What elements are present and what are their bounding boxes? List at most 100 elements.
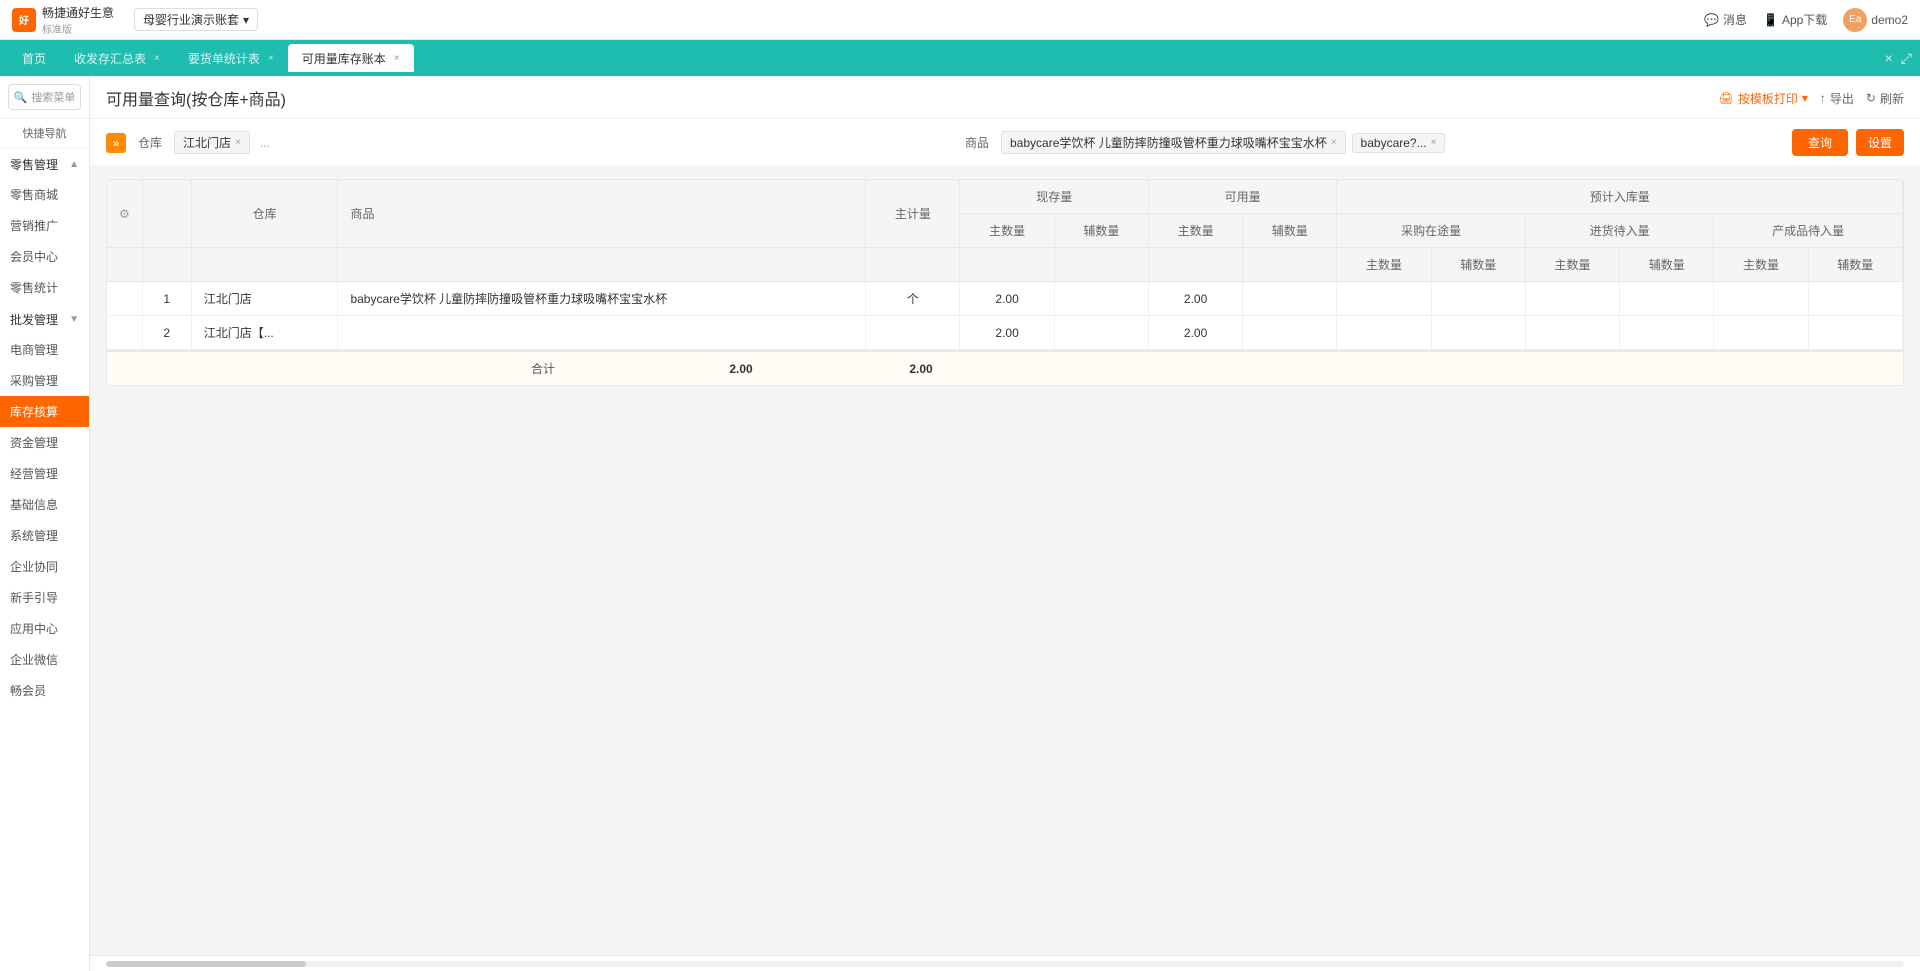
tab-order-stats[interactable]: 要货单统计表 × (174, 44, 288, 72)
product-tag-2-value: babycare?... (1361, 136, 1427, 150)
top-bar-left: 好 畅捷通好生意 标准版 母婴行业演示账套 ▾ (12, 4, 258, 36)
sidebar-item-vip[interactable]: 畅会员 (0, 675, 89, 706)
warehouse-tag-area: 江北门店 × ... (174, 131, 953, 154)
sidebar-item-newguide[interactable]: 新手引导 (0, 582, 89, 613)
th-current-main: 主数量 (960, 214, 1054, 248)
tab-receipts-label: 收发存汇总表 (74, 50, 146, 67)
brand-info: 畅捷通好生意 标准版 (42, 4, 114, 36)
product-tag-2-remove[interactable]: × (1431, 137, 1437, 148)
tab-receipts-close[interactable]: × (154, 53, 160, 64)
message-btn[interactable]: 💬 消息 (1704, 11, 1747, 28)
th-unit: 主计量 (866, 180, 960, 248)
th-pt-aux: 辅数量 (1431, 248, 1525, 282)
app-download-btn[interactable]: 📱 App下载 (1763, 11, 1827, 28)
nav-tabs: 首页 收发存汇总表 × 要货单统计表 × 可用量库存账本 × × ⤢ (0, 40, 1920, 76)
product-tag-1-value: babycare学饮杯 儿童防摔防撞吸管杯重力球吸嘴杯宝宝水杯 (1010, 134, 1327, 151)
logo-area: 好 畅捷通好生意 标准版 (12, 4, 114, 36)
page-actions: 🖨 按模板打印 ▾ ↑ 导出 ↻ 刷新 (1719, 90, 1904, 107)
tab-available-stock[interactable]: 可用量库存账本 × (288, 44, 414, 72)
message-icon: 💬 (1704, 13, 1719, 27)
th-index (142, 180, 191, 248)
sidebar-item-purchase[interactable]: 采购管理 (0, 365, 89, 396)
retail-label: 零售管理 (10, 156, 58, 173)
tab-receipts[interactable]: 收发存汇总表 × (60, 44, 174, 72)
warehouse-tag-remove[interactable]: × (235, 137, 241, 148)
horizontal-scrollbar-track[interactable] (106, 961, 1904, 967)
th-empty-a-main (1148, 248, 1242, 282)
th-settings: ⚙ (107, 180, 142, 248)
quick-nav-btn[interactable]: 快捷导航 (0, 119, 89, 148)
th-ip-aux: 辅数量 (1620, 248, 1714, 282)
tab-available-stock-close[interactable]: × (394, 53, 400, 64)
tab-maximize-btn[interactable]: ⤢ (1901, 50, 1912, 67)
data-table-wrap: ⚙ 仓库 商品 主计量 (106, 179, 1904, 386)
warehouse-tag: 江北门店 × (174, 131, 250, 154)
sidebar-item-wechat[interactable]: 企业微信 (0, 644, 89, 675)
sidebar-item-retail-stats[interactable]: 零售统计 (0, 272, 89, 303)
sidebar-item-retail-shop[interactable]: 零售商城 (0, 179, 89, 210)
tab-available-stock-label: 可用量库存账本 (302, 50, 386, 67)
search-menu-btn[interactable]: 🔍 搜索菜单 (8, 84, 81, 110)
sidebar-item-system[interactable]: 系统管理 (0, 520, 89, 551)
warehouse-tag-value: 江北门店 (183, 134, 231, 151)
expand-icon: » (113, 136, 120, 150)
sidebar-item-operations[interactable]: 经营管理 (0, 458, 89, 489)
cell-index-1: 2 (142, 316, 191, 350)
filter-bar: » 仓库 江北门店 × ... 商品 babycare学饮杯 儿童防摔防撞吸管杯… (90, 119, 1920, 167)
page-header: 可用量查询(按仓库+商品) 🖨 按模板打印 ▾ ↑ 导出 ↻ 刷新 (90, 76, 1920, 119)
user-area[interactable]: Ea demo2 (1843, 8, 1908, 32)
search-menu-label: 搜索菜单 (31, 89, 75, 105)
brand-sub: 标准版 (42, 21, 114, 36)
data-table: ⚙ 仓库 商品 主计量 (107, 180, 1903, 350)
product-tag-1-remove[interactable]: × (1331, 137, 1337, 148)
bottom-scroll-area (90, 955, 1920, 971)
refresh-btn[interactable]: ↻ 刷新 (1866, 90, 1904, 107)
print-btn[interactable]: 🖨 按模板打印 ▾ (1719, 90, 1808, 107)
sidebar-item-ecommerce[interactable]: 电商管理 (0, 334, 89, 365)
export-icon: ↑ (1820, 91, 1826, 105)
tab-home[interactable]: 首页 (8, 44, 60, 72)
cell-product-1 (338, 316, 866, 350)
sidebar-item-finance[interactable]: 资金管理 (0, 427, 89, 458)
sidebar-group-wholesale[interactable]: 批发管理 ▼ (0, 303, 89, 334)
cell-current-main-1: 2.00 (960, 316, 1054, 350)
username: demo2 (1871, 13, 1908, 27)
query-button[interactable]: 查询 (1792, 129, 1848, 156)
company-name: 母婴行业演示账套 (143, 11, 239, 28)
cell-ip-aux-0 (1620, 282, 1714, 316)
product-filter-label: 商品 (965, 134, 989, 151)
th-empty-a-aux (1243, 248, 1337, 282)
cell-settings-1 (107, 316, 142, 350)
sidebar-item-inventory[interactable]: 库存核算 (0, 396, 89, 427)
sidebar-item-appcenter[interactable]: 应用中心 (0, 613, 89, 644)
th-available-aux: 辅数量 (1243, 214, 1337, 248)
tab-close-all-btn[interactable]: × (1885, 50, 1893, 66)
footer-current-main: 2.00 (691, 362, 791, 376)
warehouse-filter-more[interactable]: ... (256, 136, 274, 150)
filter-expand-btn[interactable]: » (106, 133, 126, 153)
settings-button[interactable]: 设置 (1856, 129, 1904, 156)
company-selector[interactable]: 母婴行业演示账套 ▾ (134, 8, 258, 31)
sidebar-item-member[interactable]: 会员中心 (0, 241, 89, 272)
table-area: ⚙ 仓库 商品 主计量 (90, 167, 1920, 955)
retail-expand-icon: ▲ (69, 159, 79, 170)
cell-warehouse-1: 江北门店【... (191, 316, 338, 350)
sidebar-item-enterprise[interactable]: 企业协同 (0, 551, 89, 582)
horizontal-scrollbar-thumb[interactable] (106, 961, 306, 967)
export-btn[interactable]: ↑ 导出 (1820, 90, 1854, 107)
th-empty-settings (107, 248, 142, 282)
th-pt-main: 主数量 (1337, 248, 1431, 282)
nav-tabs-right: × ⤢ (1885, 50, 1912, 67)
sidebar-group-retail[interactable]: 零售管理 ▲ (0, 148, 89, 179)
sidebar-item-basics[interactable]: 基础信息 (0, 489, 89, 520)
sidebar-item-marketing[interactable]: 营销推广 (0, 210, 89, 241)
content-area: 可用量查询(按仓库+商品) 🖨 按模板打印 ▾ ↑ 导出 ↻ 刷新 (90, 76, 1920, 971)
tab-order-stats-close[interactable]: × (268, 53, 274, 64)
main-layout: 🔍 搜索菜单 快捷导航 零售管理 ▲ 零售商城 营销推广 会员中心 (0, 76, 1920, 971)
cell-unit-1 (866, 316, 960, 350)
app-download-label: App下载 (1782, 11, 1827, 28)
page-title: 可用量查询(按仓库+商品) (106, 86, 286, 110)
column-settings-icon[interactable]: ⚙ (119, 207, 130, 221)
th-fp-main: 主数量 (1714, 248, 1808, 282)
warehouse-filter-label: 仓库 (138, 134, 162, 151)
